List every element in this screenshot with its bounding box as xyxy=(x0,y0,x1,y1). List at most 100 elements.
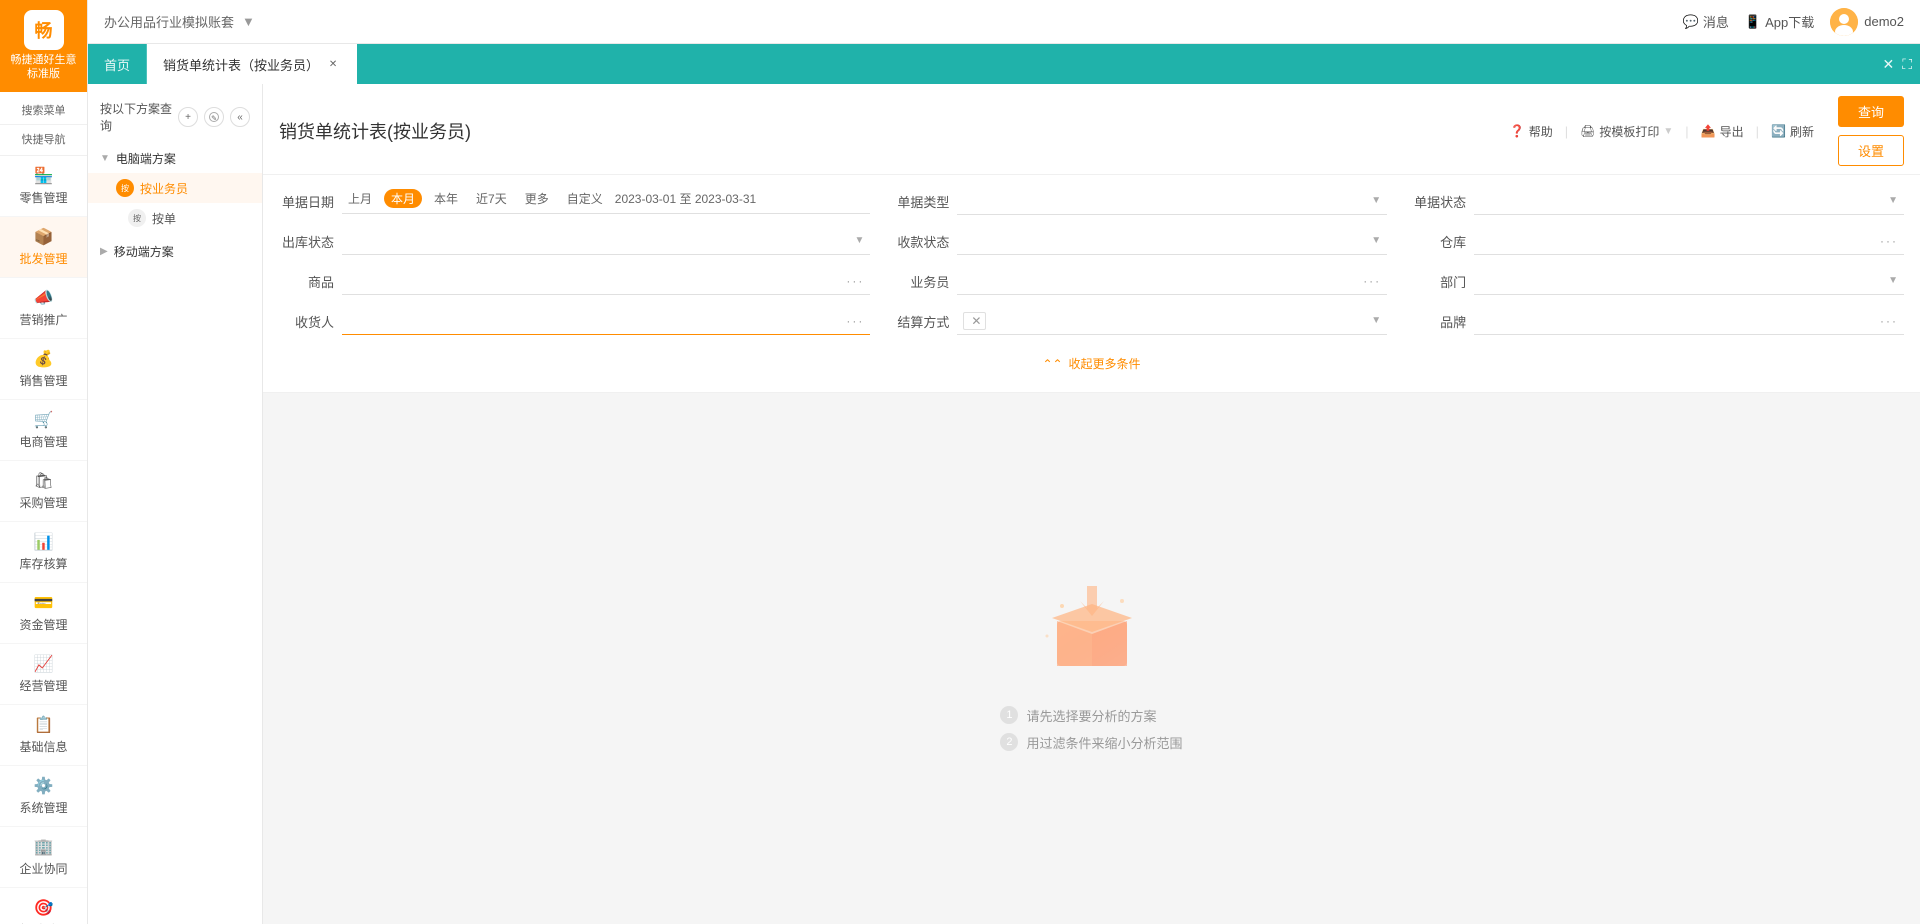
receiver-input[interactable]: ··· xyxy=(342,307,870,335)
salesperson-input[interactable]: ··· xyxy=(957,267,1387,295)
sidebar-item-finance[interactable]: 💳 资金管理 xyxy=(0,583,87,644)
goods-label: 商品 xyxy=(279,272,334,291)
sidebar-item-inventory[interactable]: 📊 库存核算 xyxy=(0,522,87,583)
left-panel-tree: ▼ 电脑端方案 按 按业务员 按 按单 ▶ 移动端方案 xyxy=(88,140,262,270)
sidebar-item-newbie[interactable]: 🎯 新手引导 xyxy=(0,888,87,924)
breadcrumb-dropdown-icon[interactable]: ▼ xyxy=(242,14,255,29)
export-button[interactable]: 📤 导出 xyxy=(1701,123,1744,140)
goods-input[interactable]: ··· xyxy=(342,267,870,295)
collect-status-chevron-icon: ▼ xyxy=(1371,235,1381,246)
sidebar-item-retail[interactable]: 🏪 零售管理 xyxy=(0,156,87,217)
tab-close-button[interactable]: ✕ xyxy=(325,56,341,72)
tabbar-right: ✕ ⛶ xyxy=(1882,56,1920,73)
brand-more-icon[interactable]: ··· xyxy=(1880,314,1898,328)
warehouse-more-icon[interactable]: ··· xyxy=(1880,234,1898,248)
tab-close-all-icon[interactable]: ✕ xyxy=(1882,56,1894,73)
settings-button[interactable]: 设置 xyxy=(1838,135,1904,166)
message-button[interactable]: 💬 消息 xyxy=(1683,12,1729,31)
payment-tag: ✕ xyxy=(963,312,986,330)
page-title: 销货单统计表(按业务员) xyxy=(279,118,471,144)
tab-fullscreen-icon[interactable]: ⛶ xyxy=(1902,56,1912,73)
main-area: 办公用品行业模拟账套 ▼ 💬 消息 📱 App下载 demo2 首页 xyxy=(88,0,1920,924)
empty-illustration xyxy=(1032,566,1152,686)
salesperson-more-icon[interactable]: ··· xyxy=(1363,274,1381,288)
print-button[interactable]: 🖨 按模板打印 ▼ xyxy=(1580,123,1673,140)
sidebar-item-basic[interactable]: 📋 基础信息 xyxy=(0,705,87,766)
pc-scheme-group: ▼ 电脑端方案 按 按业务员 按 按单 xyxy=(88,144,262,233)
help-button[interactable]: ❓ 帮助 xyxy=(1510,123,1553,140)
date-tab-this-year[interactable]: 本年 xyxy=(428,188,464,209)
scheme-by-salesperson[interactable]: 按 按业务员 xyxy=(88,173,262,203)
warehouse-label: 仓库 xyxy=(1411,232,1466,251)
receiver-more-icon[interactable]: ··· xyxy=(846,314,864,328)
type-dropdown[interactable]: ▼ xyxy=(957,187,1387,215)
sep1: | xyxy=(1565,124,1568,139)
sidebar-item-ecommerce[interactable]: 🛒 电商管理 xyxy=(0,400,87,461)
page-header: 销货单统计表(按业务员) ❓ 帮助 | 🖨 按模板打印 ▼ | 📤 xyxy=(263,84,1920,175)
status-chevron-icon: ▼ xyxy=(1888,195,1898,206)
collect-status-dropdown[interactable]: ▼ xyxy=(957,227,1387,255)
receiver-label: 收货人 xyxy=(279,312,334,331)
status-dropdown[interactable]: ▼ xyxy=(1474,187,1904,215)
sales-icon: 💰 xyxy=(34,349,54,369)
warehouse-input[interactable]: ··· xyxy=(1474,227,1904,255)
payment-label: 结算方式 xyxy=(894,312,949,331)
user-profile[interactable]: demo2 xyxy=(1830,8,1904,36)
brand-input[interactable]: ··· xyxy=(1474,307,1904,335)
dept-dropdown[interactable]: ▼ xyxy=(1474,267,1904,295)
type-label: 单据类型 xyxy=(894,192,949,211)
filter-row-1: 单据日期 上月 本月 本年 近7天 更多 自定义 2023-03-01 至 20… xyxy=(279,187,1904,215)
breadcrumb-text[interactable]: 办公用品行业模拟账套 xyxy=(104,12,234,31)
sidebar-item-purchase[interactable]: 🛍 采购管理 xyxy=(0,461,87,522)
scheme-order-icon: 按 xyxy=(128,209,146,227)
tab-report[interactable]: 销货单统计表（按业务员） ✕ xyxy=(147,44,357,84)
date-tab-custom[interactable]: 自定义 xyxy=(561,188,609,209)
left-panel-title: 按以下方案查询 xyxy=(100,100,178,134)
date-tab-7days[interactable]: 近7天 xyxy=(470,188,513,209)
pc-scheme-header[interactable]: ▼ 电脑端方案 xyxy=(88,144,262,173)
avatar xyxy=(1830,8,1858,36)
mobile-scheme-header[interactable]: ▶ 移动端方案 xyxy=(88,237,262,266)
app-logo[interactable]: 畅 畅捷通好生意 标准版 xyxy=(0,0,87,92)
sidebar-item-search[interactable]: 搜索菜单 xyxy=(0,92,87,125)
app-download-button[interactable]: 📱 App下载 xyxy=(1745,12,1814,31)
user-name[interactable]: demo2 xyxy=(1864,14,1904,29)
scheme-by-order[interactable]: 按 按单 xyxy=(88,203,262,233)
dept-chevron-icon: ▼ xyxy=(1888,275,1898,286)
sidebar-item-wholesale[interactable]: 📦 批发管理 xyxy=(0,217,87,278)
breadcrumb: 办公用品行业模拟账套 ▼ xyxy=(104,12,1667,31)
logo-text: 畅捷通好生意 标准版 xyxy=(11,53,77,82)
payment-dropdown[interactable]: ✕ ▼ xyxy=(957,307,1387,335)
tabbar: 首页 销货单统计表（按业务员） ✕ ✕ ⛶ xyxy=(88,44,1920,84)
tab-home[interactable]: 首页 xyxy=(88,44,147,84)
date-tab-this-month[interactable]: 本月 xyxy=(384,189,422,208)
sidebar-item-shortcut[interactable]: 快捷导航 xyxy=(0,125,87,156)
date-tab-more[interactable]: 更多 xyxy=(519,188,555,209)
sidebar-item-enterprise[interactable]: 🏢 企业协同 xyxy=(0,827,87,888)
mobile-scheme-group: ▶ 移动端方案 xyxy=(88,237,262,266)
right-panel: 销货单统计表(按业务员) ❓ 帮助 | 🖨 按模板打印 ▼ | 📤 xyxy=(263,84,1920,924)
sidebar-item-business[interactable]: 📈 经营管理 xyxy=(0,644,87,705)
query-button[interactable]: 查询 xyxy=(1838,96,1904,127)
collapse-button[interactable]: ⌃⌃ 收起更多条件 xyxy=(279,347,1904,380)
tip-num-2: 2 xyxy=(1000,733,1018,751)
enterprise-icon: 🏢 xyxy=(34,837,54,857)
dept-label: 部门 xyxy=(1411,272,1466,291)
filter-area: 单据日期 上月 本月 本年 近7天 更多 自定义 2023-03-01 至 20… xyxy=(263,175,1920,393)
topbar: 办公用品行业模拟账套 ▼ 💬 消息 📱 App下载 demo2 xyxy=(88,0,1920,44)
date-tab-last-month[interactable]: 上月 xyxy=(342,188,378,209)
edit-scheme-button[interactable]: ✎ xyxy=(204,107,224,127)
date-filter-control[interactable]: 上月 本月 本年 近7天 更多 自定义 2023-03-01 至 2023-03… xyxy=(342,188,870,214)
out-status-dropdown[interactable]: ▼ xyxy=(342,227,870,255)
status-label: 单据状态 xyxy=(1411,192,1466,211)
refresh-button[interactable]: 🔄 刷新 xyxy=(1771,123,1814,140)
sidebar-item-marketing[interactable]: 📣 营销推广 xyxy=(0,278,87,339)
goods-more-icon[interactable]: ··· xyxy=(846,274,864,288)
sidebar-item-system[interactable]: ⚙️ 系统管理 xyxy=(0,766,87,827)
payment-tag-close[interactable]: ✕ xyxy=(971,314,981,328)
sidebar-item-sales[interactable]: 💰 销售管理 xyxy=(0,339,87,400)
add-scheme-button[interactable]: + xyxy=(178,107,198,127)
basic-icon: 📋 xyxy=(34,715,54,735)
collapse-panel-button[interactable]: « xyxy=(230,107,250,127)
out-status-chevron-icon: ▼ xyxy=(854,235,864,246)
